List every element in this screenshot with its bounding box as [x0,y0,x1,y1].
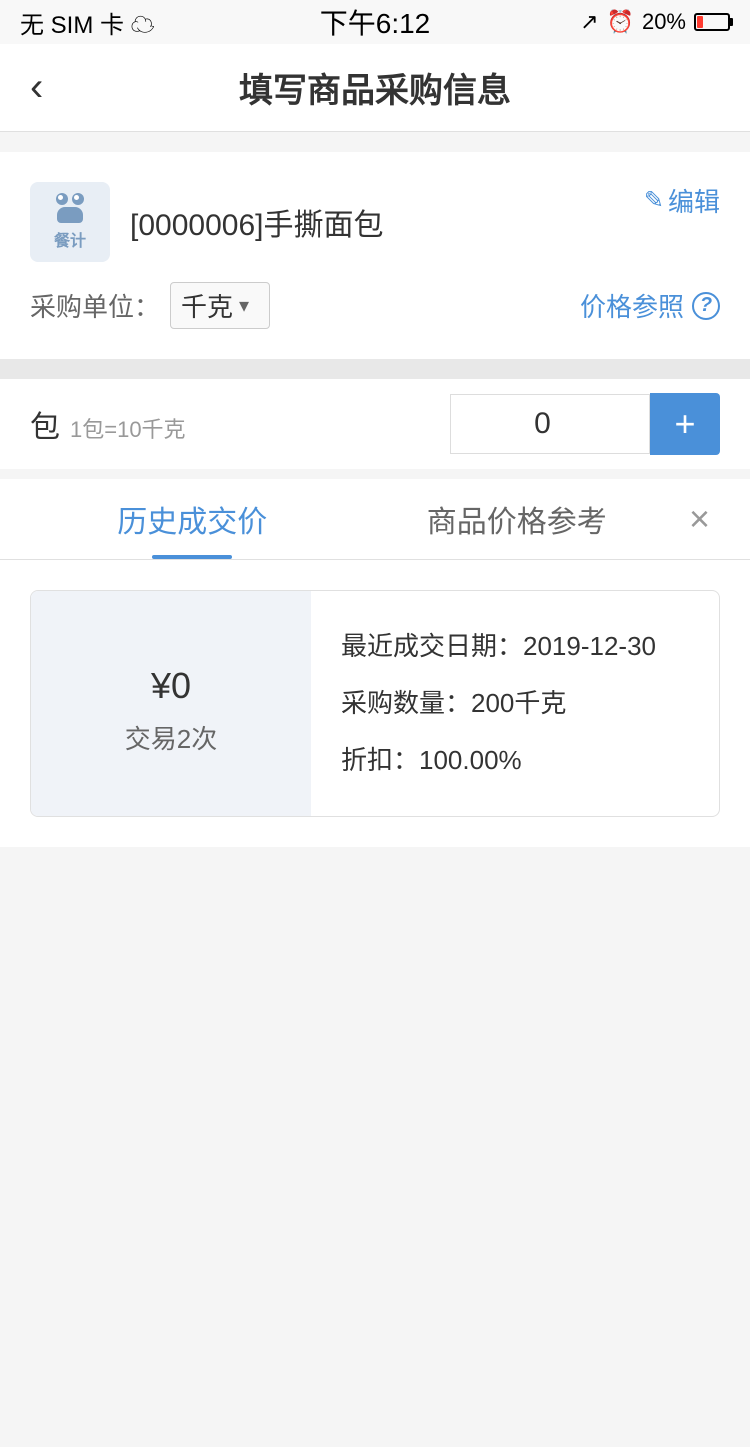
tabs-close-button[interactable]: × [679,488,720,550]
page-background [0,847,750,1447]
quantity-plus-button[interactable]: + [650,393,720,455]
currency-symbol: ¥ [151,665,171,706]
quantity-unit-label: 包 [30,402,60,446]
purchase-quantity-row: 采购数量：200千克 [341,684,689,723]
product-section: 餐计 [0000006]手撕面包 ✎ 编辑 采购单位： 千克 ▾ 价格参照 ? [0,152,750,359]
status-right: ↗ ⏰ 20% [580,9,730,35]
tab-content-history: ¥0 交易2次 最近成交日期：2019-12-30 采购数量：200千克 折扣：… [0,560,750,847]
price-card-right: 最近成交日期：2019-12-30 采购数量：200千克 折扣：100.00% [311,591,719,816]
quantity-controls: + [450,393,720,455]
unit-label-container: 采购单位： 千克 ▾ [30,282,270,329]
price-amount: ¥0 [151,651,191,711]
price-ref-label: 价格参照 [580,287,684,324]
recent-date-label: 最近成交日期： [341,631,523,661]
status-bar: 无 SIM 卡 ☁ 下午6:12 ↗ ⏰ 20% [0,0,750,44]
battery-icon [694,13,730,31]
discount-value: 100.00% [419,745,522,775]
alarm-icon: ⏰ [607,9,634,35]
page-title: 填写商品采购信息 [239,63,511,112]
product-meta: 采购单位： 千克 ▾ 价格参照 ? [30,282,720,329]
product-full-name: [0000006]手撕面包 [130,200,383,244]
section-divider [0,359,750,379]
discount-row: 折扣：100.00% [341,741,689,780]
edit-icon: ✎ [644,186,664,215]
purchase-quantity-label: 采购数量： [341,688,471,718]
unit-label-text: 采购单位： [30,287,160,324]
tab-product-price-ref[interactable]: 商品价格参考 [354,479,678,559]
product-left: 餐计 [0000006]手撕面包 [30,182,383,262]
status-carrier: 无 SIM 卡 ☁ [20,5,155,40]
nav-bar: ‹ 填写商品采购信息 [0,44,750,132]
status-time: 下午6:12 [320,2,431,42]
discount-label: 折扣： [341,745,419,775]
unit-value: 千克 [181,287,233,324]
battery-percent: 20% [642,9,686,35]
quantity-input[interactable] [450,394,650,454]
recent-date-value: 2019-12-30 [523,631,656,661]
quantity-convert-label: 1包=10千克 [70,412,186,444]
edit-label[interactable]: 编辑 [668,182,720,219]
edit-button[interactable]: ✎ 编辑 [644,182,720,219]
location-icon: ↗ [580,9,598,35]
price-value: 0 [171,665,191,706]
product-thumbnail: 餐计 [30,182,110,262]
purchase-quantity-value: 200千克 [471,688,566,718]
tab-history-price[interactable]: 历史成交价 [30,479,354,559]
trade-count: 交易2次 [125,719,217,756]
quantity-row: 包 1包=10千克 + [0,379,750,469]
price-reference-button[interactable]: 价格参照 ? [580,287,720,324]
price-card-left: ¥0 交易2次 [31,591,311,816]
quantity-left: 包 1包=10千克 [30,402,186,446]
product-header: 餐计 [0000006]手撕面包 ✎ 编辑 [30,182,720,262]
price-card: ¥0 交易2次 最近成交日期：2019-12-30 采购数量：200千克 折扣：… [30,590,720,817]
tabs-section: 历史成交价 商品价格参考 × ¥0 交易2次 最近成交日期：2019-12-30… [0,479,750,847]
tab-product-price-ref-label: 商品价格参考 [427,497,607,541]
back-button[interactable]: ‹ [20,55,53,120]
tab-history-price-label: 历史成交价 [117,497,267,541]
dropdown-arrow-icon: ▾ [239,293,249,318]
unit-select[interactable]: 千克 ▾ [170,282,270,329]
recent-date-row: 最近成交日期：2019-12-30 [341,627,689,666]
help-icon: ? [692,292,720,320]
tabs-header: 历史成交价 商品价格参考 × [0,479,750,560]
